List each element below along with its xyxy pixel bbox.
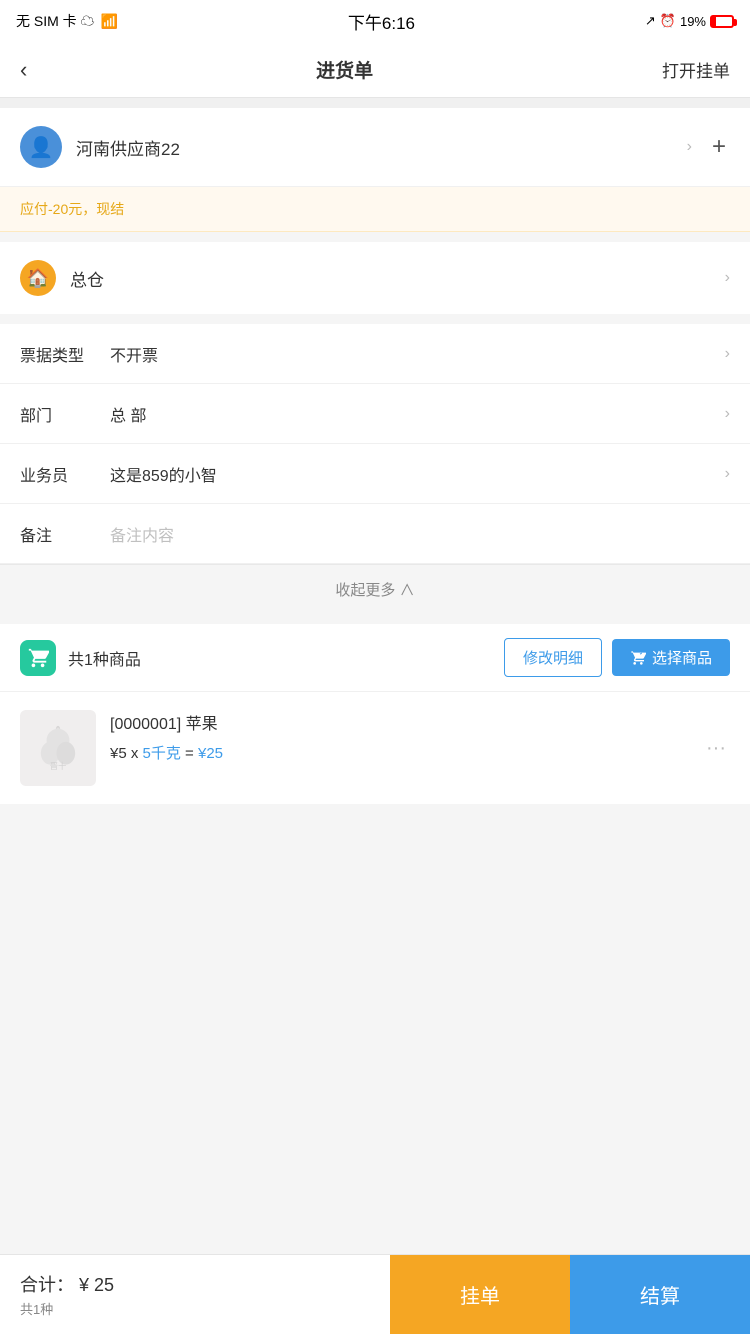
products-section: 共1种商品 修改明细 选择商品 晋十 [0000001] 苹果 <box>0 624 750 804</box>
salesperson-label: 业务员 <box>20 462 110 486</box>
supplier-section: 👤 河南供应商22 › + 应付-20元，现结 <box>0 108 750 232</box>
products-count: 共1种商品 <box>68 646 504 670</box>
location-icon: ↗ <box>645 13 656 29</box>
ticket-type-chevron-icon: › <box>725 345 730 363</box>
total-value: ¥ 25 <box>79 1275 114 1295</box>
ticket-type-label: 票据类型 <box>20 342 110 366</box>
department-value: 总 部 <box>110 402 725 426</box>
select-product-icon <box>630 650 646 666</box>
svg-text:晋十: 晋十 <box>50 761 67 771</box>
department-chevron-icon: › <box>725 405 730 423</box>
battery-level: 19% <box>680 14 706 29</box>
price-equals: = <box>185 745 198 762</box>
status-bar: 无 SIM 卡 ☁ 📶 下午6:16 ↗ ⏰ 19% <box>0 0 750 42</box>
open-pending-button[interactable]: 打开挂单 <box>662 57 730 82</box>
price-total: ¥25 <box>198 745 223 762</box>
product-info: [0000001] 苹果 ¥5 x 5千克 = ¥25 <box>110 710 702 763</box>
bottom-bar: 合计： ¥ 25 共1种 挂单 结算 <box>0 1254 750 1334</box>
price-qty: 5千克 <box>143 745 181 762</box>
wifi-icon: 📶 <box>101 13 118 30</box>
product-code: [0000001] <box>110 716 181 733</box>
salesperson-row[interactable]: 业务员 这是859的小智 › <box>0 444 750 504</box>
product-thumbnail: 晋十 <box>20 710 96 786</box>
department-row[interactable]: 部门 总 部 › <box>0 384 750 444</box>
total-label: 合计： <box>20 1275 74 1295</box>
warehouse-section: 🏠 总仓 › <box>0 242 750 314</box>
select-product-button[interactable]: 选择商品 <box>612 639 730 676</box>
status-left: 无 SIM 卡 ☁ 📶 <box>16 11 118 31</box>
ticket-type-value: 不开票 <box>110 342 725 366</box>
product-title: 苹果 <box>186 716 218 733</box>
price-multiply: x <box>131 745 143 762</box>
remark-row[interactable]: 备注 备注内容 <box>0 504 750 564</box>
warehouse-icon: 🏠 <box>20 260 56 296</box>
remark-placeholder: 备注内容 <box>110 522 730 546</box>
notice-banner: 应付-20元，现结 <box>0 187 750 232</box>
product-thumb-icon: 晋十 <box>32 722 84 774</box>
total-section: 合计： ¥ 25 共1种 <box>0 1255 390 1334</box>
checkout-button[interactable]: 结算 <box>570 1255 750 1334</box>
total-count: 共1种 <box>20 1299 370 1318</box>
modify-detail-button[interactable]: 修改明细 <box>504 638 602 677</box>
warehouse-row[interactable]: 🏠 总仓 › <box>0 242 750 314</box>
bottom-spacer <box>0 804 750 884</box>
sim-signal: 无 SIM 卡 ☁ <box>16 11 95 31</box>
product-menu-button[interactable]: ··· <box>702 737 730 760</box>
warehouse-chevron-icon: › <box>725 269 730 287</box>
battery-icon <box>710 15 734 28</box>
alarm-icon: ⏰ <box>660 13 676 29</box>
add-button[interactable]: + <box>708 133 730 161</box>
pending-button[interactable]: 挂单 <box>390 1255 570 1334</box>
back-button[interactable]: ‹ <box>20 57 27 83</box>
product-item: 晋十 [0000001] 苹果 ¥5 x 5千克 = ¥25 ··· <box>0 692 750 804</box>
form-section: 票据类型 不开票 › 部门 总 部 › 业务员 这是859的小智 › 备注 备注… <box>0 324 750 564</box>
notice-text: 应付-20元，现结 <box>20 201 124 217</box>
supplier-name: 河南供应商22 <box>76 135 687 160</box>
salesperson-chevron-icon: › <box>725 465 730 483</box>
remark-label: 备注 <box>20 522 110 546</box>
salesperson-value: 这是859的小智 <box>110 462 725 486</box>
ticket-type-row[interactable]: 票据类型 不开票 › <box>0 324 750 384</box>
product-name: [0000001] 苹果 <box>110 710 702 734</box>
nav-bar: ‹ 进货单 打开挂单 <box>0 42 750 98</box>
products-icon <box>20 640 56 676</box>
products-header: 共1种商品 修改明细 选择商品 <box>0 624 750 692</box>
supplier-avatar: 👤 <box>20 126 62 168</box>
total-amount: 合计： ¥ 25 <box>20 1271 370 1297</box>
collapse-label: 收起更多 ∧ <box>335 582 414 599</box>
price-value: ¥5 <box>110 745 127 762</box>
status-right: ↗ ⏰ 19% <box>645 13 734 29</box>
warehouse-name: 总仓 <box>70 266 725 291</box>
collapse-row[interactable]: 收起更多 ∧ <box>0 564 750 614</box>
page-title: 进货单 <box>316 56 373 83</box>
top-divider <box>0 98 750 108</box>
supplier-row[interactable]: 👤 河南供应商22 › + <box>0 108 750 187</box>
avatar-icon: 👤 <box>29 135 54 160</box>
supplier-chevron-icon: › <box>687 138 692 156</box>
select-product-label: 选择商品 <box>652 647 712 668</box>
department-label: 部门 <box>20 402 110 426</box>
status-time: 下午6:16 <box>348 9 415 34</box>
product-price: ¥5 x 5千克 = ¥25 <box>110 742 702 763</box>
supplier-actions: › + <box>687 133 730 161</box>
warehouse-home-icon: 🏠 <box>27 268 49 289</box>
